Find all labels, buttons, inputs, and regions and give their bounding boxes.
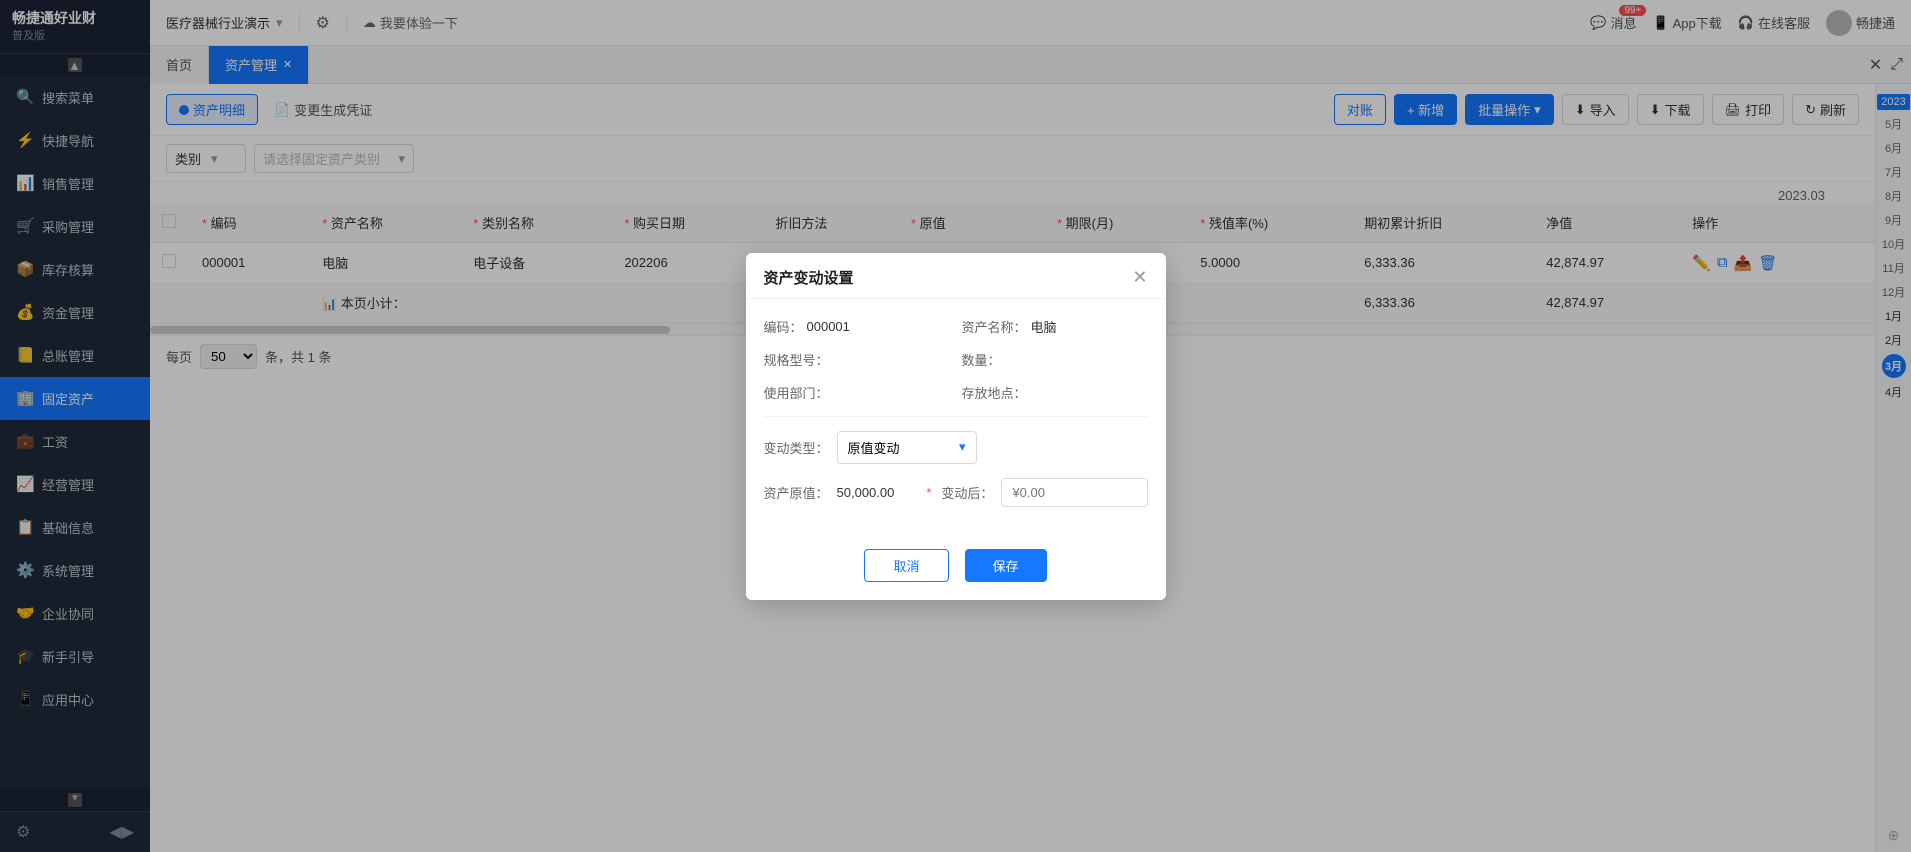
modal-field-dept: 使用部门：	[764, 383, 950, 402]
modal-change-type-arrow: ▾	[959, 439, 966, 455]
modal-field-asset-name: 资产名称： 电脑	[962, 317, 1148, 336]
modal-divider	[764, 416, 1148, 417]
modal-close-icon[interactable]: ✕	[1132, 267, 1147, 288]
modal-after-change-input[interactable]	[1001, 478, 1147, 507]
modal-change-type-value: 原值变动	[848, 438, 900, 457]
modal-code-label: 编码：	[764, 317, 803, 336]
modal-title: 资产变动设置	[764, 267, 854, 288]
modal-asset-name-value: 电脑	[1031, 317, 1057, 336]
modal-row-change-type: 变动类型： 原值变动 ▾	[764, 431, 1148, 464]
modal-quantity-label: 数量：	[962, 350, 1001, 369]
modal-footer: 取消 保存	[746, 539, 1166, 600]
modal-body: 编码： 000001 资产名称： 电脑 规格型号： 数量：	[746, 299, 1166, 539]
modal-overlay: 资产变动设置 ✕ 编码： 000001 资产名称： 电脑 规格型号：	[0, 0, 1911, 852]
asset-change-modal: 资产变动设置 ✕ 编码： 000001 资产名称： 电脑 规格型号：	[746, 253, 1166, 600]
modal-row-1: 编码： 000001 资产名称： 电脑	[764, 317, 1148, 336]
modal-row-2: 规格型号： 数量：	[764, 350, 1148, 369]
modal-field-code: 编码： 000001	[764, 317, 950, 336]
modal-spec-label: 规格型号：	[764, 350, 829, 369]
modal-change-type-select[interactable]: 原值变动 ▾	[837, 431, 977, 464]
modal-row-values: 资产原值： 50,000.00 * 变动后：	[764, 478, 1148, 507]
modal-change-type-label: 变动类型：	[764, 438, 829, 457]
modal-code-value: 000001	[807, 319, 850, 334]
modal-asset-original-value: 50,000.00	[837, 485, 895, 500]
modal-location-label: 存放地点：	[962, 383, 1027, 402]
modal-field-quantity: 数量：	[962, 350, 1148, 369]
modal-header: 资产变动设置 ✕	[746, 253, 1166, 299]
modal-cancel-btn[interactable]: 取消	[864, 549, 948, 582]
modal-asset-name-label: 资产名称：	[962, 317, 1027, 336]
modal-dept-label: 使用部门：	[764, 383, 829, 402]
modal-asset-original-label: 资产原值：	[764, 483, 829, 502]
modal-field-location: 存放地点：	[962, 383, 1148, 402]
modal-required-star: *	[926, 485, 931, 500]
modal-after-change-label: 变动后：	[941, 483, 993, 502]
modal-row-3: 使用部门： 存放地点：	[764, 383, 1148, 402]
modal-save-btn[interactable]: 保存	[965, 549, 1047, 582]
modal-field-spec: 规格型号：	[764, 350, 950, 369]
